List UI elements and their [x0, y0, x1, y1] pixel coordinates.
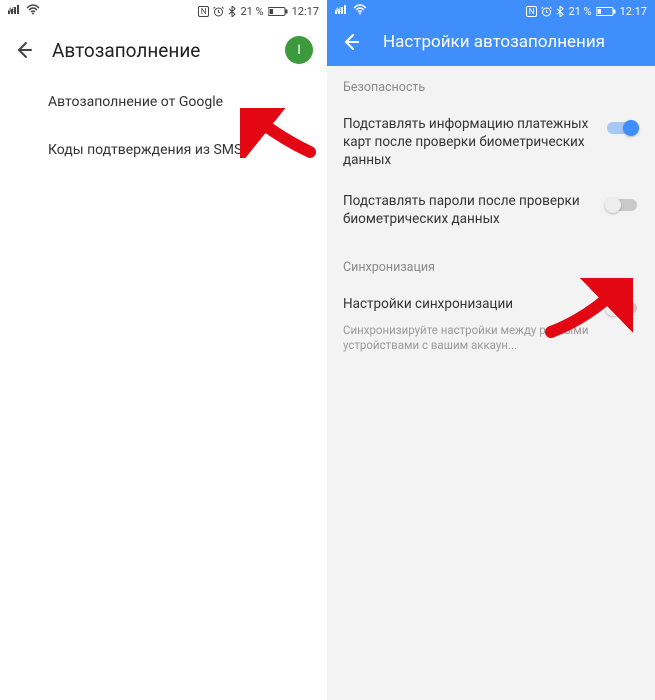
status-bar: 4G N 21 % 12:17 [327, 0, 655, 22]
battery-icon [268, 6, 288, 17]
status-time: 12:17 [292, 5, 319, 18]
page-title: Автозаполнение [52, 39, 200, 62]
status-bar: 4G N 21 % 12:17 [0, 0, 327, 22]
phone-right: 4G N 21 % 12:17 Настройки автозаполнения [327, 0, 655, 700]
section-title: Синхронизация [343, 260, 639, 275]
battery-text: 21 % [240, 5, 263, 18]
bluetooth-icon [228, 6, 236, 17]
nfc-icon: N [526, 6, 538, 17]
setting-sync: Настройки синхронизации Синхронизируйте … [343, 287, 639, 367]
wifi-icon [353, 4, 367, 18]
alarm-icon [541, 6, 552, 17]
back-button[interactable] [341, 32, 361, 52]
header: Настройки автозаполнения [327, 22, 655, 66]
alarm-icon [213, 6, 224, 17]
section-title: Безопасность [343, 80, 639, 95]
list-item-sms-codes[interactable]: Коды подтверждения из SMS [0, 128, 327, 172]
list-item-google-autofill[interactable]: Автозаполнение от Google [0, 80, 327, 124]
status-time: 12:17 [620, 5, 647, 18]
battery-text: 21 % [568, 5, 591, 18]
back-button[interactable] [14, 40, 34, 60]
bluetooth-icon [556, 6, 564, 17]
wifi-icon [26, 4, 40, 18]
toggle-sync[interactable] [605, 299, 639, 317]
autofill-list: Автозаполнение от Google Коды подтвержде… [0, 74, 327, 178]
setting-label: Подставлять информацию платежных карт по… [343, 115, 605, 170]
setting-payment-biometrics: Подставлять информацию платежных карт по… [343, 107, 639, 184]
nfc-icon: N [198, 6, 210, 17]
phone-left: 4G N 21 % 12:17 Автозаполнение I [0, 0, 327, 700]
section-security: Безопасность Подставлять информацию плат… [327, 66, 655, 246]
account-avatar[interactable]: I [285, 36, 313, 64]
header: Автозаполнение I [0, 22, 327, 74]
toggle-password-biometrics[interactable] [605, 196, 639, 214]
setting-label: Подставлять пароли после проверки биомет… [343, 192, 605, 228]
setting-password-biometrics: Подставлять пароли после проверки биомет… [343, 184, 639, 242]
setting-description: Синхронизируйте настройки между разными … [343, 323, 639, 353]
battery-icon [596, 6, 616, 17]
setting-label: Настройки синхронизации [343, 295, 605, 313]
signal-icon: 4G [8, 4, 22, 18]
signal-icon: 4G [335, 4, 349, 18]
page-title: Настройки автозаполнения [383, 32, 605, 52]
toggle-payment-biometrics[interactable] [605, 119, 639, 137]
section-sync: Синхронизация Настройки синхронизации Си… [327, 246, 655, 371]
